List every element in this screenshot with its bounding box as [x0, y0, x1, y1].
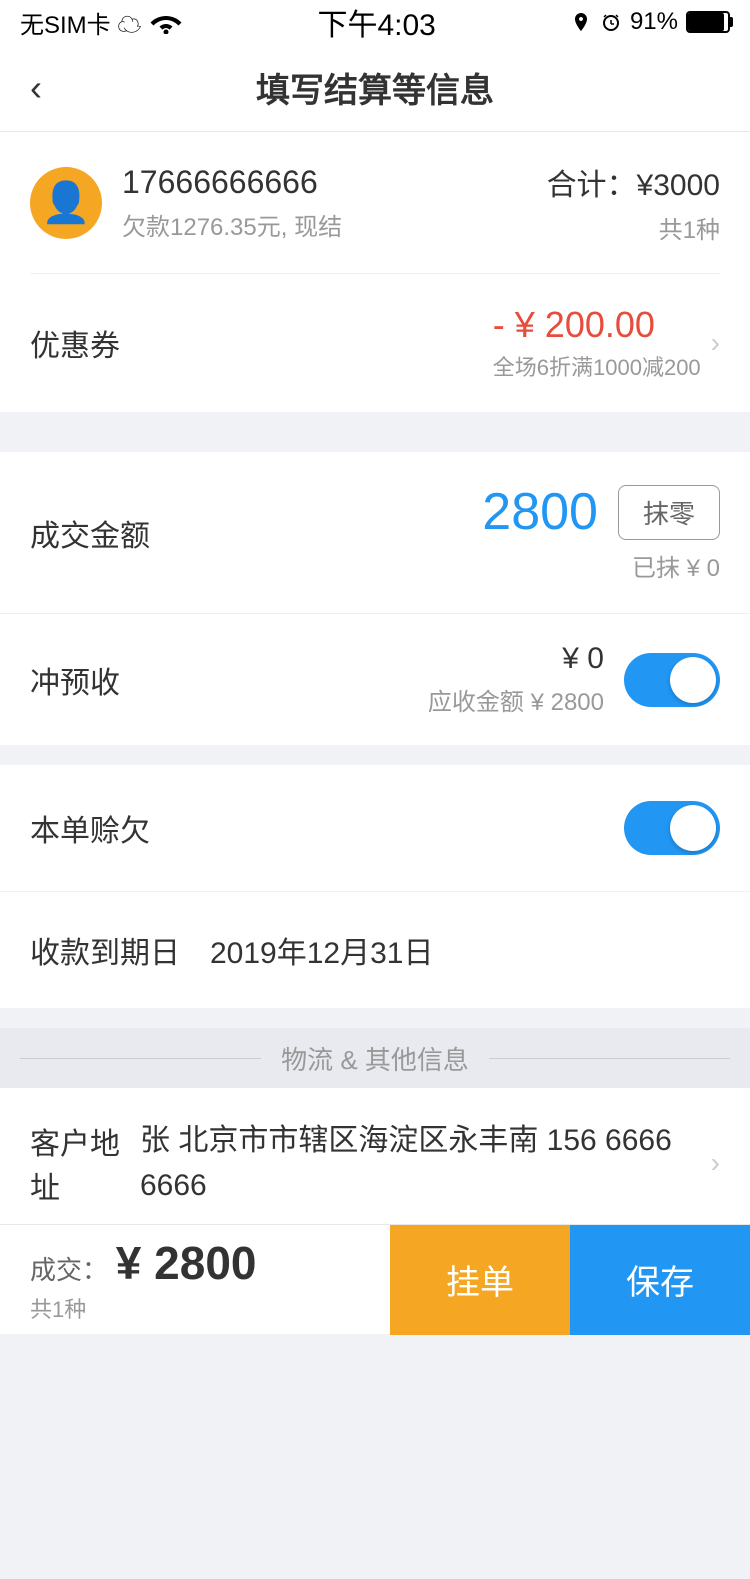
total-amount: 合计：¥3000: [547, 160, 720, 204]
chevron-right-icon: ›: [711, 327, 720, 359]
customer-sub: 欠款1276.35元, 现结: [122, 207, 547, 242]
page-title: 填写结算等信息: [256, 63, 494, 112]
deal-amount-right: 2800 抹零 已抹 ¥ 0: [482, 482, 720, 583]
alarm-icon: [600, 11, 622, 33]
deal-amount-value: 2800: [482, 482, 598, 542]
avatar-icon: 👤: [41, 179, 91, 226]
nav-bar: ‹ 填写结算等信息: [0, 44, 750, 132]
prepay-right: ¥ 0 应收金额 ¥ 2800: [428, 642, 720, 717]
address-label: 客户地址: [30, 1119, 120, 1207]
coupon-info: - ¥ 200.00 全场6折满1000减200: [493, 304, 701, 382]
debt-toggle[interactable]: [624, 801, 720, 855]
divider-line-right: [489, 1058, 730, 1059]
status-bar: 无SIM卡 ☁ 下午4:03 91%: [0, 0, 750, 44]
address-chevron-icon: ›: [711, 1147, 720, 1179]
customer-total: 合计：¥3000 共1种: [547, 160, 720, 245]
customer-phone: 17666666666: [122, 164, 547, 201]
round-zero-button[interactable]: 抹零: [618, 485, 720, 540]
bottom-summary-line1: 成交： ¥ 2800: [30, 1236, 360, 1290]
deal-amount-sub: 已抹 ¥ 0: [482, 548, 720, 583]
debt-label: 本单赊欠: [30, 806, 150, 850]
prepay-values: ¥ 0 应收金额 ¥ 2800: [428, 642, 604, 717]
prepay-amount: ¥ 0: [428, 642, 604, 676]
coupon-desc: 全场6折满1000减200: [493, 350, 701, 382]
prepay-sub: 应收金额 ¥ 2800: [428, 682, 604, 717]
deal-amount-group: 2800 抹零: [482, 482, 720, 542]
wifi-icon: [149, 10, 183, 34]
prepay-toggle[interactable]: [624, 653, 720, 707]
content: 👤 17666666666 欠款1276.35元, 现结 合计：¥3000 共1…: [0, 132, 750, 1579]
gray-separator-2: [0, 745, 750, 765]
battery-icon: [686, 11, 730, 33]
due-date-label: 收款到期日: [30, 928, 180, 972]
deal-amount-row: 成交金额 2800 抹零 已抹 ¥ 0: [0, 452, 750, 614]
location-icon: [570, 11, 592, 33]
divider-line-left: [20, 1058, 261, 1059]
bottom-summary-count: 共1种: [30, 1292, 360, 1324]
status-right: 91%: [570, 8, 730, 36]
logistics-section-divider: 物流 & 其他信息: [0, 1028, 750, 1088]
due-date-value: 2019年12月31日: [210, 928, 433, 972]
hang-order-button[interactable]: 挂单: [390, 1225, 570, 1335]
prepay-label: 冲预收: [30, 658, 120, 702]
debt-row: 本单赊欠: [0, 765, 750, 892]
address-row[interactable]: 客户地址 张 北京市市辖区海淀区永丰南 156 6666 6666 ›: [0, 1088, 750, 1239]
customer-row: 👤 17666666666 欠款1276.35元, 现结 合计：¥3000 共1…: [0, 132, 750, 273]
battery-percent: 91%: [630, 8, 678, 36]
section-divider-text: 物流 & 其他信息: [281, 1040, 469, 1077]
due-date-row: 收款到期日 2019年12月31日: [0, 892, 750, 1008]
coupon-label: 优惠券: [30, 321, 120, 365]
customer-card: 👤 17666666666 欠款1276.35元, 现结 合计：¥3000 共1…: [0, 132, 750, 412]
coupon-right: - ¥ 200.00 全场6折满1000减200 ›: [493, 304, 720, 382]
coupon-discount: - ¥ 200.00: [493, 304, 701, 346]
back-button[interactable]: ‹: [30, 67, 42, 109]
form-section: 成交金额 2800 抹零 已抹 ¥ 0 冲预收 ¥ 0 应收金额 ¥ 2800: [0, 452, 750, 745]
address-value: 张 北京市市辖区海淀区永丰南 156 6666 6666: [140, 1118, 701, 1208]
coupon-row[interactable]: 优惠券 - ¥ 200.00 全场6折满1000减200 ›: [0, 274, 750, 412]
total-count: 共1种: [547, 210, 720, 245]
status-left: 无SIM卡 ☁: [20, 5, 183, 40]
gray-separator-1: [0, 432, 750, 452]
customer-info: 17666666666 欠款1276.35元, 现结: [122, 164, 547, 242]
bottom-summary-label: 成交：: [30, 1255, 108, 1285]
bottom-summary-amount: ¥ 2800: [116, 1237, 257, 1289]
bottom-summary: 成交： ¥ 2800 共1种: [0, 1236, 390, 1324]
status-time: 下午4:03: [317, 0, 435, 44]
debt-toggle-knob: [670, 805, 716, 851]
avatar: 👤: [30, 167, 102, 239]
bottom-bar: 成交： ¥ 2800 共1种 挂单 保存: [0, 1224, 750, 1334]
save-button[interactable]: 保存: [570, 1225, 750, 1335]
toggle-knob: [670, 657, 716, 703]
sim-label: 无SIM卡 ☁: [20, 5, 141, 40]
deal-amount-label: 成交金额: [30, 511, 150, 555]
debt-section: 本单赊欠 收款到期日 2019年12月31日: [0, 765, 750, 1008]
prepay-row: 冲预收 ¥ 0 应收金额 ¥ 2800: [0, 614, 750, 745]
